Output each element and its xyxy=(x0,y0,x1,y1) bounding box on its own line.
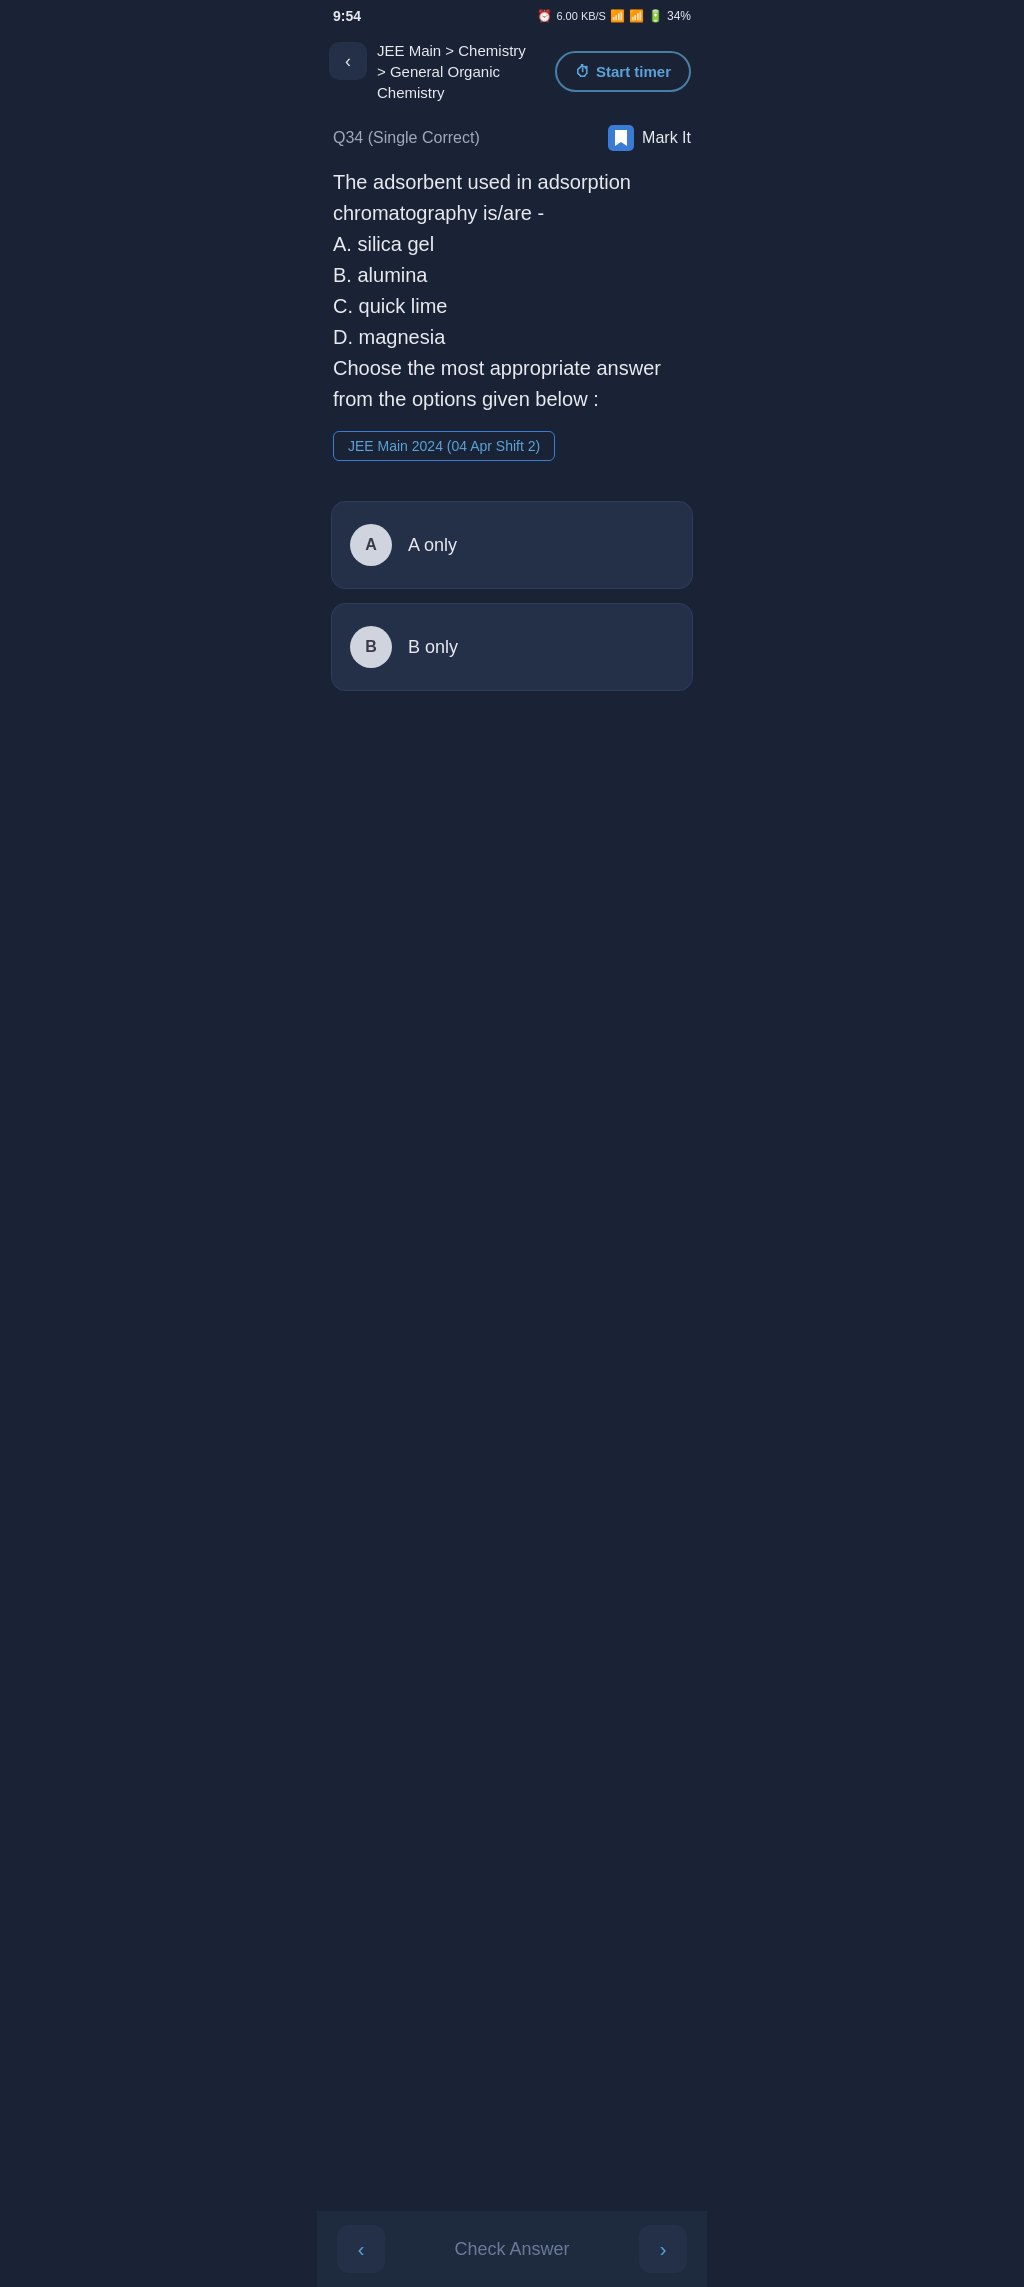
header: ‹ JEE Main > Chemistry> General OrganicC… xyxy=(317,28,707,115)
option-a-text: A only xyxy=(408,535,457,556)
option-b-text: B only xyxy=(408,637,458,658)
wifi-icon: 📶 xyxy=(610,9,625,23)
options-container: A A only B B only xyxy=(317,501,707,691)
signal-icon: 📶 xyxy=(629,9,644,23)
tag-container: JEE Main 2024 (04 Apr Shift 2) xyxy=(317,431,707,481)
mark-it-label: Mark It xyxy=(642,129,691,147)
back-button[interactable]: ‹ xyxy=(329,42,367,80)
network-speed: 6.00 KB/S xyxy=(556,10,606,22)
bookmark-icon xyxy=(608,125,634,151)
battery-percent: 34% xyxy=(667,9,691,23)
option-b-card[interactable]: B B only xyxy=(331,603,693,691)
option-a-circle: A xyxy=(350,524,392,566)
status-right: ⏰ 6.00 KB/S 📶 📶 🔋 34% xyxy=(537,9,691,23)
question-label: Q34 (Single Correct) xyxy=(333,129,480,147)
start-timer-label: Start timer xyxy=(596,63,671,80)
option-b-letter: B xyxy=(365,638,377,656)
status-time: 9:54 xyxy=(333,8,361,24)
question-body: The adsorbent used in adsorption chromat… xyxy=(317,159,707,431)
option-b-circle: B xyxy=(350,626,392,668)
status-bar: 9:54 ⏰ 6.00 KB/S 📶 📶 🔋 34% xyxy=(317,0,707,28)
start-timer-button[interactable]: ⏱ Start timer xyxy=(555,51,691,92)
mark-it-button[interactable]: Mark It xyxy=(608,125,691,151)
option-a-card[interactable]: A A only xyxy=(331,501,693,589)
question-meta: Q34 (Single Correct) Mark It xyxy=(317,115,707,159)
back-arrow-icon: ‹ xyxy=(345,51,351,72)
battery-icon: 🔋 xyxy=(648,9,663,23)
option-a-letter: A xyxy=(365,536,377,554)
breadcrumb: JEE Main > Chemistry> General OrganicChe… xyxy=(377,40,526,103)
timer-icon: ⏱ xyxy=(575,63,590,80)
alarm-icon: ⏰ xyxy=(537,9,552,23)
header-left: ‹ JEE Main > Chemistry> General OrganicC… xyxy=(329,40,526,103)
exam-tag: JEE Main 2024 (04 Apr Shift 2) xyxy=(333,431,555,461)
